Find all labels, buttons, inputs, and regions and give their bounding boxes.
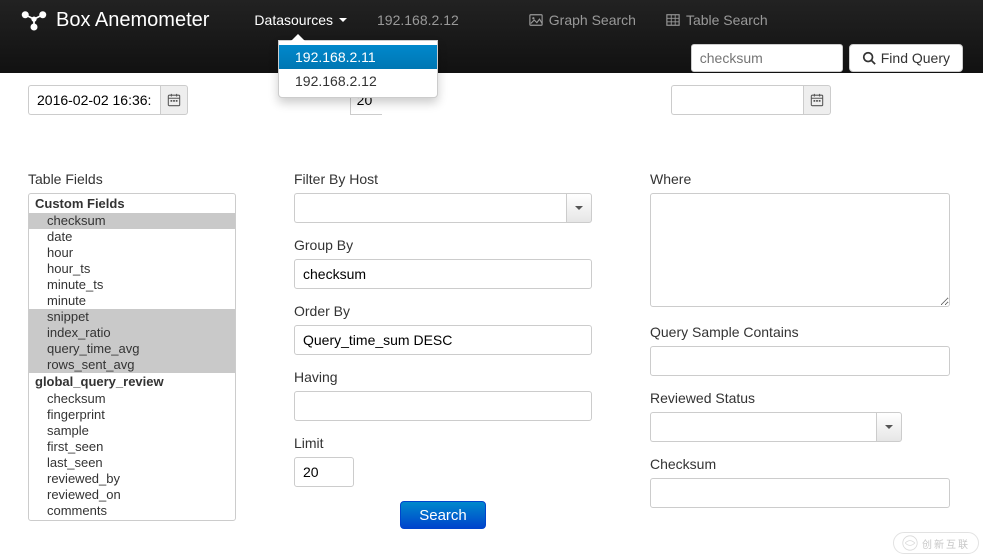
navbar: Box Anemometer Datasources 192.168.2.12 …: [0, 0, 983, 73]
listbox-option[interactable]: comments: [29, 503, 235, 519]
find-query-button[interactable]: Find Query: [849, 44, 963, 72]
find-query-label: Find Query: [881, 50, 950, 66]
nav-table-search-label: Table Search: [686, 12, 768, 28]
nav-graph-search[interactable]: Graph Search: [514, 0, 651, 40]
listbox-option[interactable]: checksum: [29, 391, 235, 407]
caret-down-icon: [339, 18, 347, 22]
listbox-option[interactable]: snippet: [29, 309, 235, 325]
nav-graph-search-label: Graph Search: [549, 12, 636, 28]
listbox-group: Custom Fields: [29, 195, 235, 213]
listbox-option[interactable]: date: [29, 229, 235, 245]
calendar-button-to[interactable]: [803, 85, 831, 115]
watermark-icon: [902, 535, 918, 551]
brand[interactable]: Box Anemometer: [20, 8, 209, 32]
table-fields-label: Table Fields: [28, 171, 236, 187]
logo-icon: [20, 8, 48, 32]
table-fields-listbox[interactable]: Custom Fieldschecksumdatehourhour_tsminu…: [28, 193, 236, 521]
order-by-input[interactable]: [294, 325, 592, 355]
caret-down-icon: [885, 425, 893, 429]
picture-icon: [529, 13, 543, 27]
group-by-label: Group By: [294, 237, 592, 253]
limit-label: Limit: [294, 435, 592, 451]
calendar-icon: [167, 93, 181, 107]
calendar-icon: [810, 93, 824, 107]
datasources-label: Datasources: [254, 12, 333, 28]
calendar-button-from[interactable]: [160, 85, 188, 115]
listbox-option[interactable]: hour_ts: [29, 261, 235, 277]
listbox-group: global_query_review: [29, 373, 235, 391]
watermark: 创新互联: [893, 532, 979, 554]
checksum-label: Checksum: [650, 456, 950, 472]
where-textarea[interactable]: [650, 193, 950, 307]
query-sample-contains-input[interactable]: [650, 346, 950, 376]
datasource-item-1[interactable]: 192.168.2.12: [279, 69, 437, 93]
listbox-option[interactable]: rows_sent_avg: [29, 357, 235, 373]
listbox-option[interactable]: query_time_avg: [29, 341, 235, 357]
search-icon: [862, 51, 876, 65]
filter-by-host-input[interactable]: [294, 193, 566, 223]
brand-text: Box Anemometer: [56, 9, 209, 32]
filter-by-host-label: Filter By Host: [294, 171, 592, 187]
search-button[interactable]: Search: [400, 501, 486, 529]
reviewed-status-label: Reviewed Status: [650, 390, 950, 406]
listbox-option[interactable]: last_seen: [29, 455, 235, 471]
date-to-input[interactable]: [671, 85, 803, 115]
date-range-row: [28, 85, 955, 115]
checksum-input[interactable]: [650, 478, 950, 508]
listbox-option[interactable]: minute_ts: [29, 277, 235, 293]
filter-by-host-dropdown-button[interactable]: [566, 193, 592, 223]
order-by-label: Order By: [294, 303, 592, 319]
reviewed-status-input[interactable]: [650, 412, 876, 442]
caret-down-icon: [575, 206, 583, 210]
search-button-label: Search: [419, 507, 467, 524]
current-datasource[interactable]: 192.168.2.12: [362, 0, 474, 40]
listbox-option[interactable]: reviewed_on: [29, 487, 235, 503]
group-by-input[interactable]: [294, 259, 592, 289]
listbox-option[interactable]: reviewed_by: [29, 471, 235, 487]
reviewed-status-dropdown-button[interactable]: [876, 412, 902, 442]
having-label: Having: [294, 369, 592, 385]
listbox-option[interactable]: fingerprint: [29, 407, 235, 423]
table-icon: [666, 13, 680, 27]
listbox-option[interactable]: index_ratio: [29, 325, 235, 341]
listbox-option[interactable]: minute: [29, 293, 235, 309]
listbox-option[interactable]: checksum: [29, 213, 235, 229]
listbox-option[interactable]: first_seen: [29, 439, 235, 455]
where-label: Where: [650, 171, 950, 187]
date-from-input[interactable]: [28, 85, 160, 115]
listbox-option[interactable]: sample: [29, 423, 235, 439]
filter-section: Table Fields Custom Fieldschecksumdateho…: [28, 171, 955, 529]
query-sample-contains-label: Query Sample Contains: [650, 324, 950, 340]
datasource-item-0[interactable]: 192.168.2.11: [279, 45, 437, 69]
navbar-search: Find Query: [691, 44, 963, 72]
page-body: Table Fields Custom Fieldschecksumdateho…: [0, 85, 983, 529]
nav-table-search[interactable]: Table Search: [651, 0, 783, 40]
watermark-text: 创新互联: [922, 536, 970, 551]
limit-input[interactable]: [294, 457, 354, 487]
checksum-search-input[interactable]: [691, 44, 843, 72]
listbox-option[interactable]: hour: [29, 245, 235, 261]
datasources-dropdown-menu: 192.168.2.11 192.168.2.12: [278, 40, 438, 98]
having-input[interactable]: [294, 391, 592, 421]
